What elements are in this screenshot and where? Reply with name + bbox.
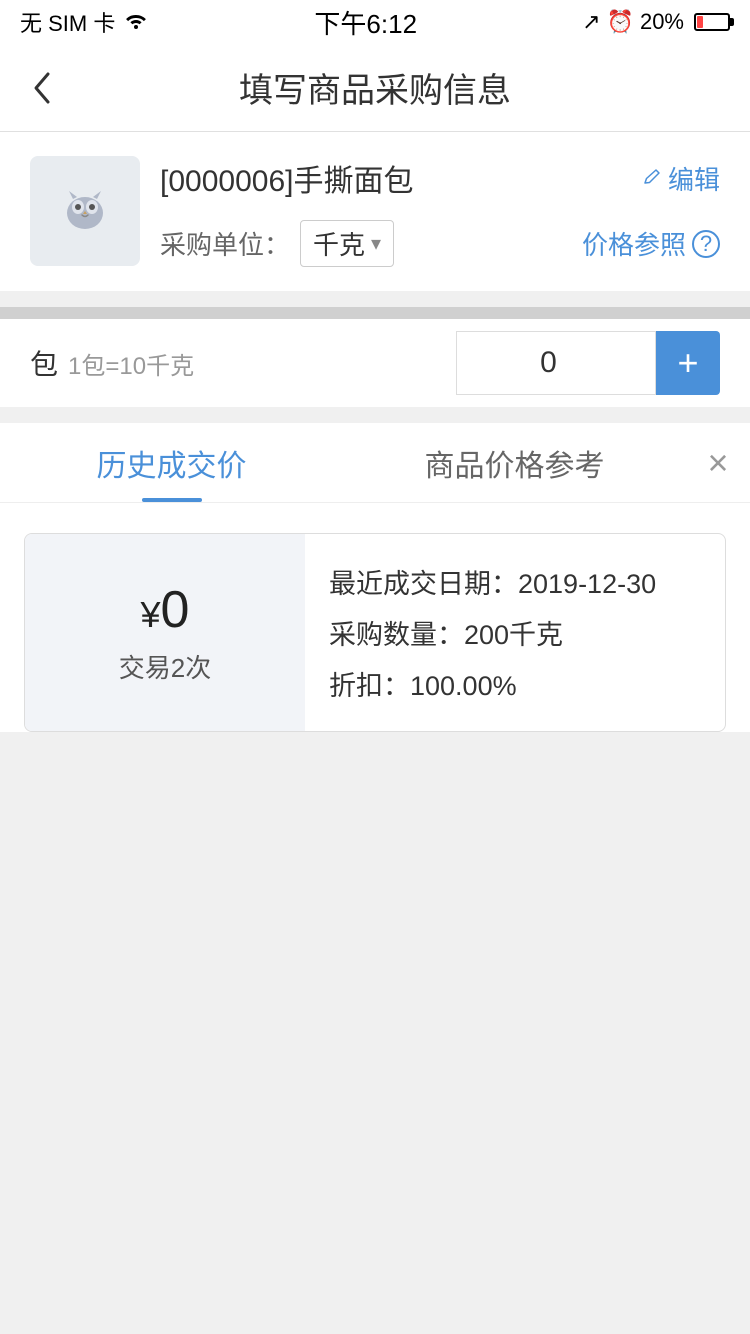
tab-active-indicator (142, 498, 202, 502)
help-icon[interactable]: ? (692, 230, 720, 258)
tab-product-price-ref[interactable]: 商品价格参考 (343, 423, 686, 502)
unit-selector-group: 采购单位： 千克 ▾ (160, 220, 394, 267)
status-left: 无 SIM 卡 (20, 6, 149, 38)
status-time: 下午6:12 (314, 4, 417, 41)
product-name: [0000006]手撕面包 (160, 156, 413, 200)
quantity-input[interactable] (456, 331, 656, 395)
page-title: 填写商品采购信息 (239, 63, 511, 112)
section-divider (0, 307, 750, 319)
product-row: [0000006]手撕面包 编辑 采购单位： 千克 ▾ 价格参照 ? (30, 156, 720, 267)
history-price-summary: ¥0 交易2次 (25, 534, 305, 731)
status-bar: 无 SIM 卡 下午6:12 ↗ ⏰ 20% (0, 0, 750, 44)
nav-bar: 填写商品采购信息 (0, 44, 750, 132)
alarm-icon: ⏰ (607, 9, 634, 35)
unit-badge: 包 (30, 343, 58, 383)
history-details: 最近成交日期：2019-12-30 采购数量：200千克 折扣：100.00% (305, 534, 725, 731)
edit-link[interactable]: 编辑 (642, 160, 720, 197)
product-thumbnail (30, 156, 140, 266)
increment-button[interactable]: + (656, 331, 720, 395)
quantity-line: 采购数量：200千克 (329, 613, 701, 652)
product-header: [0000006]手撕面包 编辑 (160, 156, 720, 200)
recent-date-line: 最近成交日期：2019-12-30 (329, 562, 701, 601)
battery-icon (694, 13, 730, 31)
status-right: ↗ ⏰ 20% (582, 9, 730, 35)
wifi-icon (123, 9, 149, 35)
product-info: [0000006]手撕面包 编辑 采购单位： 千克 ▾ 价格参照 ? (160, 156, 720, 267)
price-panel: 历史成交价 商品价格参考 × ¥0 交易2次 最近成交日期：2019-12-30… (0, 423, 750, 732)
product-card: [0000006]手撕面包 编辑 采购单位： 千克 ▾ 价格参照 ? (0, 132, 750, 291)
history-card: ¥0 交易2次 最近成交日期：2019-12-30 采购数量：200千克 折扣：… (24, 533, 726, 732)
unit-label: 采购单位： (160, 225, 290, 262)
unit-row: 采购单位： 千克 ▾ 价格参照 ? (160, 220, 720, 267)
unit-convert-desc: 1包=10千克 (68, 346, 194, 381)
price-ref-button[interactable]: 价格参照 ? (582, 225, 720, 262)
location-icon: ↗ (582, 9, 600, 35)
history-price-value: ¥0 (141, 580, 190, 640)
back-button[interactable] (28, 66, 56, 110)
sim-signal: 无 SIM 卡 (20, 6, 115, 38)
unit-info: 包 1包=10千克 (30, 343, 456, 383)
panel-close-button[interactable]: × (686, 431, 750, 495)
unit-dropdown[interactable]: 千克 ▾ (300, 220, 394, 267)
tabs-row: 历史成交价 商品价格参考 × (0, 423, 750, 503)
discount-line: 折扣：100.00% (329, 664, 701, 703)
chevron-down-icon: ▾ (371, 231, 381, 256)
quantity-row: 包 1包=10千克 + (0, 319, 750, 407)
quantity-controls: + (456, 331, 720, 395)
tab-history-price[interactable]: 历史成交价 (0, 423, 343, 502)
battery-percent: 20% (640, 9, 684, 35)
history-trades-count: 交易2次 (119, 648, 211, 685)
